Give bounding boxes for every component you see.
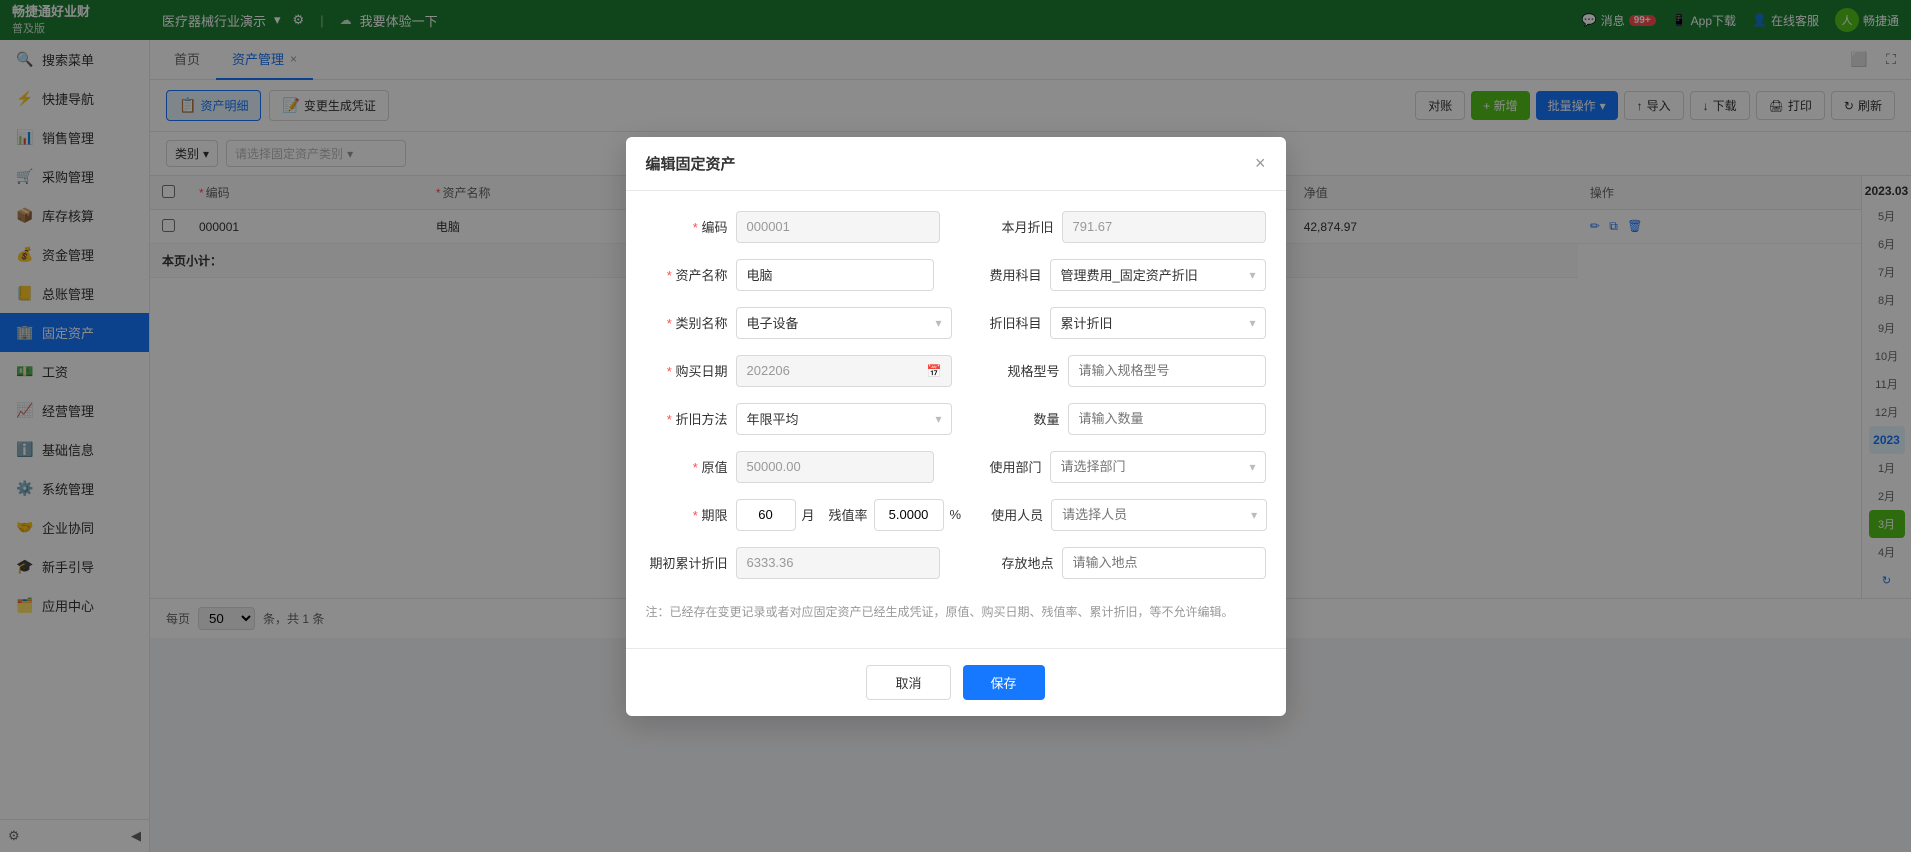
form-col-dep-method: * 折旧方法 ▾ [646, 403, 952, 435]
form-col-period: * 期限 月 残值率 % [646, 499, 962, 531]
month-dep-label: 本月折旧 [972, 217, 1062, 236]
asset-name-input[interactable] [736, 259, 934, 291]
modal-note: 注：已经存在变更记录或者对应固定资产已经生成凭证，原值、购买日期、残值率、累计折… [646, 595, 1266, 628]
person-input[interactable] [1051, 499, 1267, 531]
original-value-label: * 原值 [646, 457, 736, 476]
period-unit: 月 [802, 505, 815, 524]
form-col-expense: 费用科目 ▾ [960, 259, 1266, 291]
residual-unit: % [950, 507, 962, 522]
cum-dep-input [736, 547, 940, 579]
form-col-category: * 类别名称 ▾ [646, 307, 952, 339]
code-input[interactable] [736, 211, 940, 243]
qty-label: 数量 [978, 409, 1068, 428]
dept-label: 使用部门 [960, 457, 1050, 476]
period-input[interactable] [736, 499, 796, 531]
form-col-person: 使用人员 ▾ [961, 499, 1267, 531]
form-row-5: * 折旧方法 ▾ 数量 [646, 403, 1266, 435]
dep-account-input[interactable] [1050, 307, 1266, 339]
modal-title: 编辑固定资产 [646, 153, 736, 174]
person-select-wrap: ▾ [1051, 499, 1267, 531]
form-row-3: * 类别名称 ▾ 折旧科目 ▾ [646, 307, 1266, 339]
form-col-code: * 编码 [646, 211, 940, 243]
modal-body: * 编码 本月折旧 * 资产名称 [626, 191, 1286, 648]
residual-label: 残值率 [829, 505, 868, 524]
cancel-button[interactable]: 取消 [866, 665, 950, 700]
edit-modal: 编辑固定资产 × * 编码 本月折旧 [626, 137, 1286, 716]
period-label: * 期限 [646, 505, 736, 524]
form-col-location: 存放地点 [972, 547, 1266, 579]
asset-name-label: * 资产名称 [646, 265, 736, 284]
dept-input[interactable] [1050, 451, 1266, 483]
form-row-1: * 编码 本月折旧 [646, 211, 1266, 243]
purchase-date-input[interactable] [736, 355, 952, 387]
spec-label: 规格型号 [978, 361, 1068, 380]
dep-account-label: 折旧科目 [960, 313, 1050, 332]
category-select-wrap: ▾ [736, 307, 952, 339]
form-col-month-dep: 本月折旧 [972, 211, 1266, 243]
code-label: * 编码 [646, 217, 736, 236]
form-row-2: * 资产名称 费用科目 ▾ [646, 259, 1266, 291]
form-col-dep-account: 折旧科目 ▾ [960, 307, 1266, 339]
form-col-cum-dep: 期初累计折旧 [646, 547, 940, 579]
period-wrap: 月 残值率 % [736, 499, 962, 531]
form-col-spec: 规格型号 [978, 355, 1266, 387]
person-label: 使用人员 [961, 505, 1051, 524]
expense-label: 费用科目 [960, 265, 1050, 284]
dep-method-label: * 折旧方法 [646, 409, 736, 428]
spec-input[interactable] [1068, 355, 1266, 387]
modal-footer: 取消 保存 [626, 648, 1286, 716]
modal-header: 编辑固定资产 × [626, 137, 1286, 191]
category-input[interactable] [736, 307, 952, 339]
form-row-7: * 期限 月 残值率 % 使用人员 [646, 499, 1266, 531]
save-button[interactable]: 保存 [963, 665, 1045, 700]
expense-select-wrap: ▾ [1050, 259, 1266, 291]
residual-input[interactable] [874, 499, 944, 531]
dep-account-select-wrap: ▾ [1050, 307, 1266, 339]
month-dep-input [1062, 211, 1266, 243]
form-col-dept: 使用部门 ▾ [960, 451, 1266, 483]
form-col-name: * 资产名称 [646, 259, 934, 291]
purchase-date-label: * 购买日期 [646, 361, 736, 380]
form-col-original-value: * 原值 [646, 451, 934, 483]
form-row-4: * 购买日期 📅 规格型号 [646, 355, 1266, 387]
modal-overlay: 编辑固定资产 × * 编码 本月折旧 [0, 0, 1911, 852]
form-col-qty: 数量 [978, 403, 1266, 435]
location-label: 存放地点 [972, 553, 1062, 572]
location-input[interactable] [1062, 547, 1266, 579]
cum-dep-label: 期初累计折旧 [646, 553, 736, 572]
expense-input[interactable] [1050, 259, 1266, 291]
dept-select-wrap: ▾ [1050, 451, 1266, 483]
form-col-purchase-date: * 购买日期 📅 [646, 355, 952, 387]
qty-input[interactable] [1068, 403, 1266, 435]
form-row-8: 期初累计折旧 存放地点 [646, 547, 1266, 579]
dep-method-input[interactable] [736, 403, 952, 435]
dep-method-select-wrap: ▾ [736, 403, 952, 435]
form-row-6: * 原值 使用部门 ▾ [646, 451, 1266, 483]
original-value-input[interactable] [736, 451, 934, 483]
purchase-date-wrap: 📅 [736, 355, 952, 387]
category-label: * 类别名称 [646, 313, 736, 332]
modal-close-icon[interactable]: × [1255, 153, 1266, 174]
